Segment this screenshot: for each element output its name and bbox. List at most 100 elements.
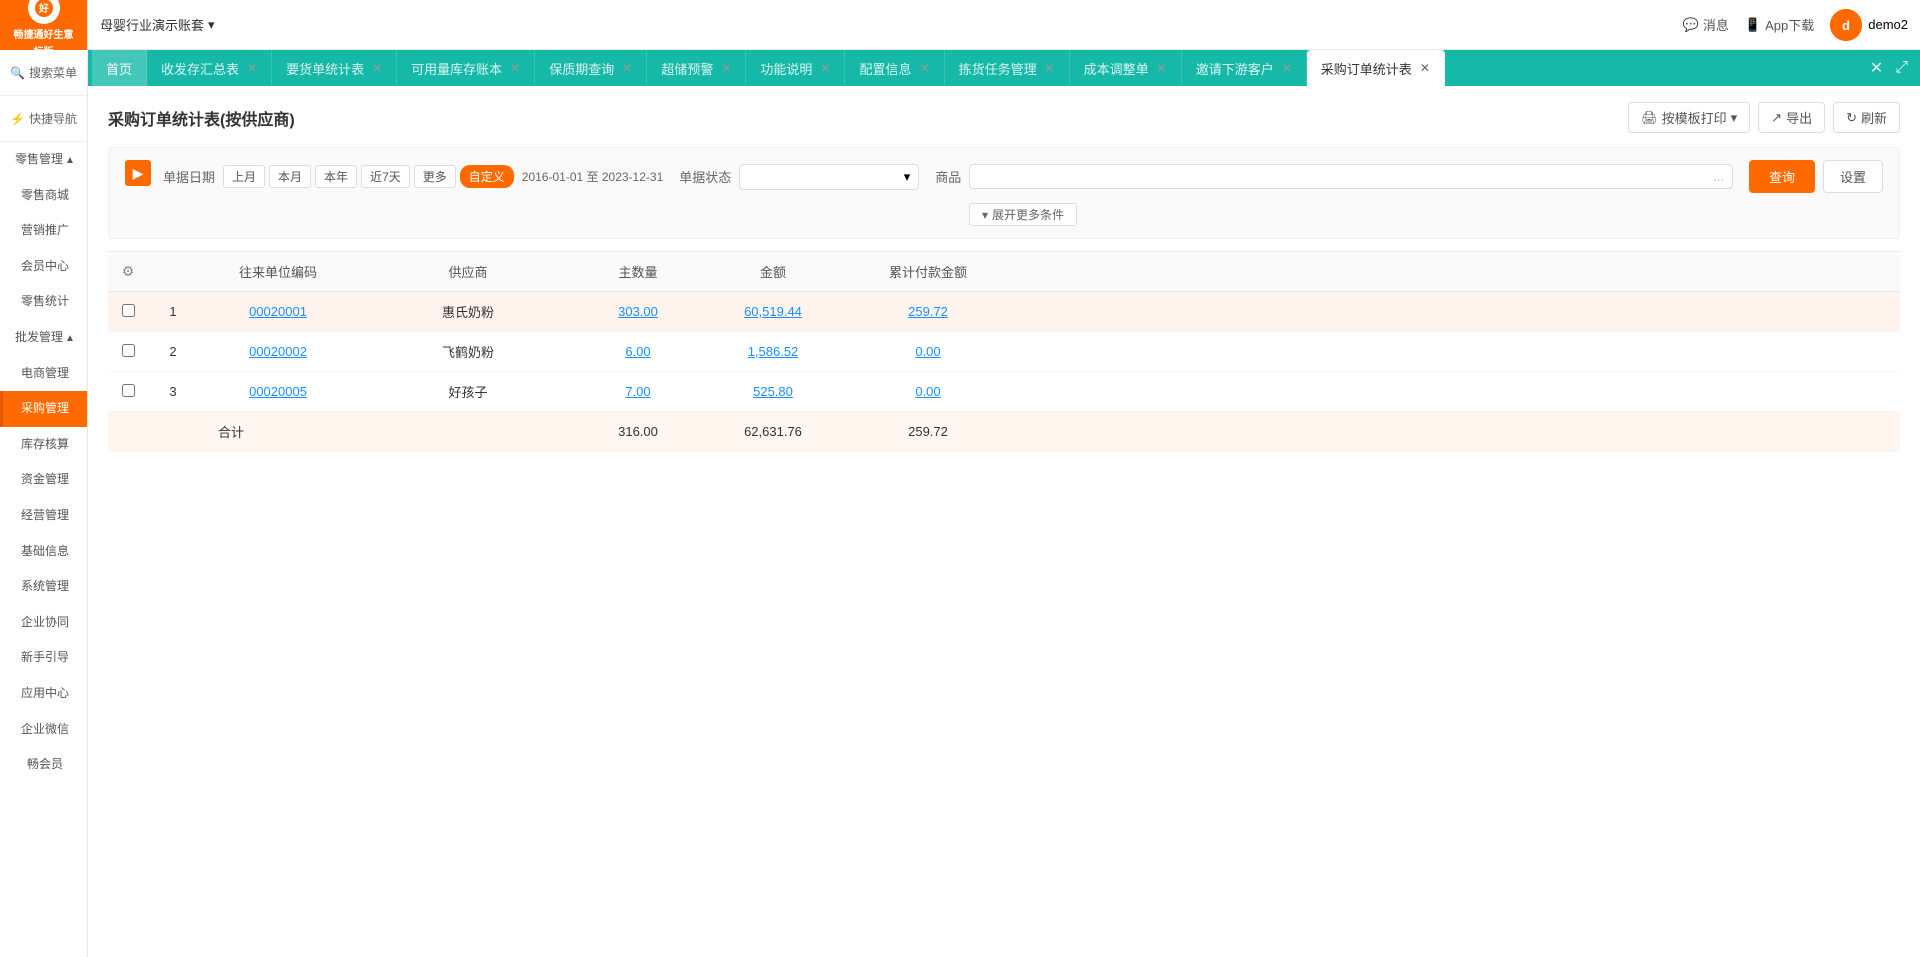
tab-purchase-stat[interactable]: 采购订单统计表 ✕ <box>1307 50 1445 86</box>
quantity-link[interactable]: 6.00 <box>625 344 650 359</box>
user-name: demo2 <box>1868 17 1908 32</box>
tab-overstock[interactable]: 超储预警✕ <box>647 50 746 86</box>
tab-close-icon[interactable]: ✕ <box>372 61 382 75</box>
more-dates-button[interactable]: 更多 <box>414 165 456 188</box>
sidebar-item-purchase[interactable]: 采购管理 <box>0 391 87 427</box>
query-button[interactable]: 查询 <box>1749 160 1815 193</box>
tab-close-icon[interactable]: ✕ <box>247 61 257 75</box>
tab-label: 采购订单统计表 <box>1321 59 1412 78</box>
tab-label: 配置信息 <box>859 59 911 78</box>
settings-button[interactable]: 设置 <box>1823 160 1883 193</box>
tabbar-controls: ✕ ⤢ <box>1866 56 1916 80</box>
export-button[interactable]: ↗ 导出 <box>1758 102 1825 133</box>
status-select[interactable]: ▾ <box>739 164 919 190</box>
row-checkbox[interactable] <box>108 292 148 332</box>
code-link[interactable]: 00020001 <box>249 304 307 319</box>
th-quantity: 主数量 <box>578 252 698 292</box>
row-supplier: 惠氏奶粉 <box>358 292 578 332</box>
last-7-days-button[interactable]: 近7天 <box>361 165 410 188</box>
tab-close-icon[interactable]: ✕ <box>622 61 632 75</box>
sidebar-item-app-center[interactable]: 应用中心 <box>0 676 87 712</box>
tab-expiry[interactable]: 保质期查询✕ <box>535 50 647 86</box>
sidebar-item-wechat[interactable]: 企业微信 <box>0 712 87 748</box>
tab-close-icon[interactable]: ✕ <box>1420 61 1430 75</box>
th-supplier: 供应商 <box>358 252 578 292</box>
sidebar-item-ecommerce[interactable]: 电商管理 <box>0 356 87 392</box>
row-empty <box>1008 332 1900 372</box>
tab-close-icon[interactable]: ✕ <box>510 61 520 75</box>
tab-func-desc[interactable]: 功能说明✕ <box>746 50 845 86</box>
quantity-link[interactable]: 7.00 <box>625 384 650 399</box>
sidebar-item-retail-shop[interactable]: 零售商城 <box>0 178 87 214</box>
shortcut-nav-button[interactable]: ⚡ 快捷导航 <box>6 104 81 133</box>
paid-link[interactable]: 0.00 <box>915 384 940 399</box>
sidebar-item-label: 基础信息 <box>21 544 69 560</box>
print-button[interactable]: 🖨 按模板打印 ▾ <box>1628 102 1750 133</box>
tab-stock-book[interactable]: 可用量库存账本✕ <box>397 50 535 86</box>
amount-link[interactable]: 60,519.44 <box>744 304 802 319</box>
this-year-button[interactable]: 本年 <box>315 165 357 188</box>
tab-close-icon[interactable]: ✕ <box>920 61 930 75</box>
sidebar-item-system[interactable]: 系统管理 <box>0 569 87 605</box>
paid-link[interactable]: 0.00 <box>915 344 940 359</box>
tab-close-icon[interactable]: ✕ <box>1045 61 1055 75</box>
tab-cost-adjust[interactable]: 成本调整单✕ <box>1070 50 1182 86</box>
message-button[interactable]: 💬 消息 <box>1683 15 1729 34</box>
sidebar-item-collab[interactable]: 企业协同 <box>0 605 87 641</box>
sidebar-item-retail-stat[interactable]: 零售统计 <box>0 284 87 320</box>
tab-close-icon[interactable]: ✕ <box>820 61 830 75</box>
sidebar-search-section: 🔍 搜索菜单 <box>0 50 87 96</box>
sidebar-item-newbie[interactable]: 新手引导 <box>0 640 87 676</box>
page-header: 采购订单统计表(按供应商) 🖨 按模板打印 ▾ ↗ 导出 ↻ 刷新 <box>108 102 1900 133</box>
tab-collect-pay[interactable]: 收发存汇总表✕ <box>147 50 272 86</box>
amount-link[interactable]: 1,586.52 <box>748 344 799 359</box>
row-quantity: 6.00 <box>578 332 698 372</box>
tab-close-icon[interactable]: ✕ <box>721 61 731 75</box>
account-selector[interactable]: 母婴行业演示账套 ▾ <box>100 15 215 34</box>
filter-toggle-button[interactable]: ▶ <box>125 160 151 186</box>
sidebar-item-basic-info[interactable]: 基础信息 <box>0 534 87 570</box>
amount-link[interactable]: 525.80 <box>753 384 793 399</box>
sidebar-item-retail[interactable]: 零售管理▲ <box>0 142 87 178</box>
custom-date-button[interactable]: 自定义 <box>460 165 514 188</box>
paid-link[interactable]: 259.72 <box>908 304 948 319</box>
row-checkbox[interactable] <box>108 332 148 372</box>
tab-close-icon[interactable]: ✕ <box>1157 61 1167 75</box>
row-checkbox[interactable] <box>108 372 148 412</box>
this-month-button[interactable]: 本月 <box>269 165 311 188</box>
refresh-button[interactable]: ↻ 刷新 <box>1833 102 1900 133</box>
sidebar-item-wholesale[interactable]: 批发管理▲ <box>0 320 87 356</box>
goods-input[interactable] <box>978 169 1709 184</box>
page-title: 采购订单统计表(按供应商) <box>108 106 295 130</box>
tab-config[interactable]: 配置信息 ✕ <box>845 50 944 86</box>
status-filter-label: 单据状态 <box>679 167 731 186</box>
sidebar-item-members[interactable]: 会员中心 <box>0 249 87 285</box>
expand-more-button[interactable]: ▾ 展开更多条件 <box>969 203 1077 226</box>
tab-goods-stat[interactable]: 要货单统计表✕ <box>272 50 397 86</box>
close-all-tabs-button[interactable]: ✕ <box>1866 56 1887 80</box>
code-link[interactable]: 00020005 <box>249 384 307 399</box>
tab-close-icon[interactable]: ✕ <box>1282 61 1292 75</box>
goods-more-icon[interactable]: ... <box>1713 169 1724 184</box>
sidebar-item-operations[interactable]: 经营管理 <box>0 498 87 534</box>
sidebar-item-marketing[interactable]: 营销推广 <box>0 213 87 249</box>
tab-pick-task[interactable]: 拣货任务管理✕ <box>945 50 1070 86</box>
export-label: 导出 <box>1786 108 1812 127</box>
sidebar-item-finance[interactable]: 资金管理 <box>0 462 87 498</box>
refresh-label: 刷新 <box>1861 108 1887 127</box>
tab-invite[interactable]: 邀请下游客户✕ <box>1182 50 1307 86</box>
last-month-button[interactable]: 上月 <box>223 165 265 188</box>
tab-home[interactable]: 首页 <box>92 50 147 86</box>
sidebar-item-vip[interactable]: 畅会员 <box>0 747 87 783</box>
expand-tabs-button[interactable]: ⤢ <box>1891 57 1912 79</box>
user-menu[interactable]: d demo2 <box>1830 9 1908 41</box>
app-download-button[interactable]: 📱 App下载 <box>1745 15 1814 34</box>
quantity-link[interactable]: 303.00 <box>618 304 658 319</box>
sidebar-item-inventory[interactable]: 库存核算 <box>0 427 87 463</box>
account-title: 母婴行业演示账套 <box>100 15 204 34</box>
code-link[interactable]: 00020002 <box>249 344 307 359</box>
app-name: 畅捷通好生意 <box>14 26 74 41</box>
sidebar-nav: 零售管理▲零售商城营销推广会员中心零售统计批发管理▲电商管理采购管理库存核算资金… <box>0 142 87 957</box>
search-menu-button[interactable]: 🔍 搜索菜单 <box>6 58 81 87</box>
column-settings-icon[interactable]: ⚙ <box>122 263 135 279</box>
